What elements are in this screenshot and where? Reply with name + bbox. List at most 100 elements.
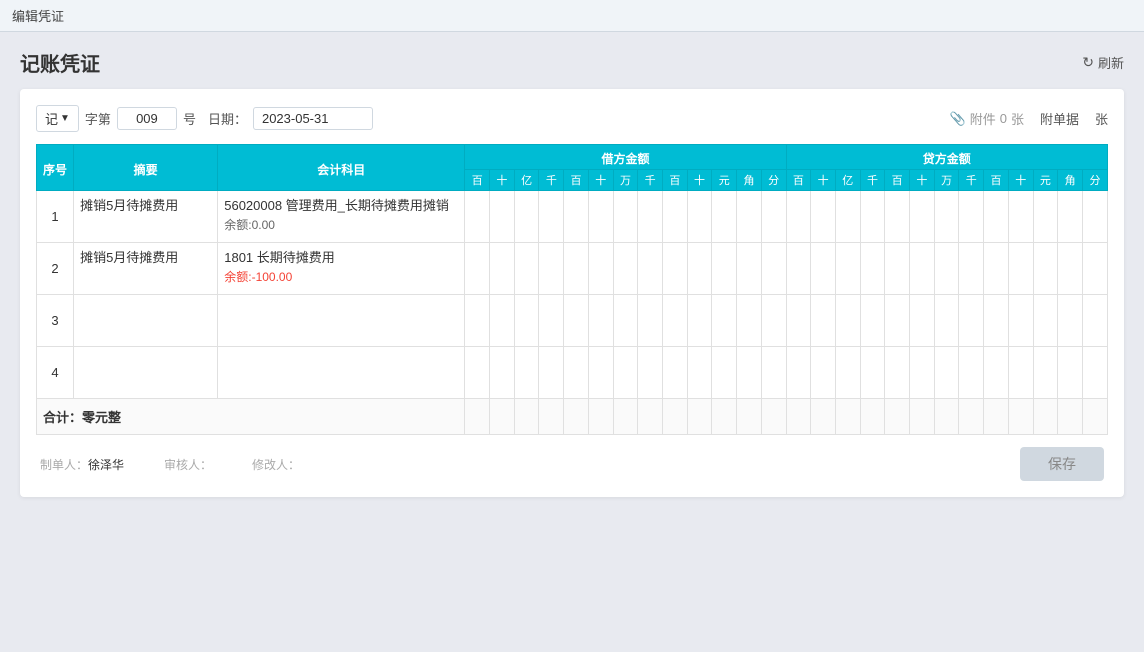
row-3-credit-1[interactable] xyxy=(786,295,811,347)
row-3-credit-12[interactable] xyxy=(1058,295,1083,347)
row-2-debit-8[interactable] xyxy=(638,243,663,295)
row-4-credit-2[interactable] xyxy=(811,347,836,399)
row-1-debit-9[interactable] xyxy=(663,191,688,243)
row-3-debit-10[interactable] xyxy=(687,295,712,347)
row-2-credit-4[interactable] xyxy=(860,243,885,295)
row-4-credit-10[interactable] xyxy=(1008,347,1033,399)
date-input[interactable] xyxy=(253,107,373,130)
row-4-debit-9[interactable] xyxy=(663,347,688,399)
row-1-debit-8[interactable] xyxy=(638,191,663,243)
row-2-credit-9[interactable] xyxy=(984,243,1009,295)
row-1-credit-2[interactable] xyxy=(811,191,836,243)
row-1-debit-5[interactable] xyxy=(564,191,589,243)
row-account-1[interactable]: 56020008 管理费用_长期待摊费用摊销余额:0.00 xyxy=(218,191,465,243)
row-3-debit-7[interactable] xyxy=(613,295,638,347)
attachment-link[interactable]: 📎 附件 0 张 xyxy=(950,109,1024,128)
row-3-debit-4[interactable] xyxy=(539,295,564,347)
row-2-credit-10[interactable] xyxy=(1008,243,1033,295)
row-2-debit-10[interactable] xyxy=(687,243,712,295)
row-4-debit-2[interactable] xyxy=(490,347,515,399)
row-2-credit-11[interactable] xyxy=(1033,243,1058,295)
row-account-3[interactable] xyxy=(218,295,465,347)
row-3-credit-11[interactable] xyxy=(1033,295,1058,347)
row-3-credit-4[interactable] xyxy=(860,295,885,347)
row-4-debit-3[interactable] xyxy=(514,347,539,399)
row-1-credit-9[interactable] xyxy=(984,191,1009,243)
row-3-credit-2[interactable] xyxy=(811,295,836,347)
row-3-credit-8[interactable] xyxy=(959,295,984,347)
table-row[interactable]: 3 xyxy=(37,295,1108,347)
row-1-credit-13[interactable] xyxy=(1082,191,1107,243)
row-1-debit-7[interactable] xyxy=(613,191,638,243)
row-3-credit-5[interactable] xyxy=(885,295,910,347)
row-2-credit-8[interactable] xyxy=(959,243,984,295)
row-summary-3[interactable] xyxy=(74,295,218,347)
row-4-credit-8[interactable] xyxy=(959,347,984,399)
row-1-debit-12[interactable] xyxy=(737,191,762,243)
row-4-debit-4[interactable] xyxy=(539,347,564,399)
row-3-credit-7[interactable] xyxy=(934,295,959,347)
row-4-debit-10[interactable] xyxy=(687,347,712,399)
row-4-credit-7[interactable] xyxy=(934,347,959,399)
row-4-debit-13[interactable] xyxy=(761,347,786,399)
row-4-credit-4[interactable] xyxy=(860,347,885,399)
row-1-debit-3[interactable] xyxy=(514,191,539,243)
row-2-debit-13[interactable] xyxy=(761,243,786,295)
row-1-credit-10[interactable] xyxy=(1008,191,1033,243)
row-4-credit-3[interactable] xyxy=(835,347,860,399)
row-2-credit-5[interactable] xyxy=(885,243,910,295)
row-1-debit-2[interactable] xyxy=(490,191,515,243)
row-3-debit-3[interactable] xyxy=(514,295,539,347)
row-1-credit-11[interactable] xyxy=(1033,191,1058,243)
row-4-credit-12[interactable] xyxy=(1058,347,1083,399)
row-4-credit-11[interactable] xyxy=(1033,347,1058,399)
row-4-debit-12[interactable] xyxy=(737,347,762,399)
row-3-credit-10[interactable] xyxy=(1008,295,1033,347)
row-2-debit-7[interactable] xyxy=(613,243,638,295)
row-4-debit-6[interactable] xyxy=(588,347,613,399)
save-button[interactable]: 保存 xyxy=(1020,447,1104,481)
row-3-debit-8[interactable] xyxy=(638,295,663,347)
row-1-credit-3[interactable] xyxy=(835,191,860,243)
row-2-debit-3[interactable] xyxy=(514,243,539,295)
row-3-debit-13[interactable] xyxy=(761,295,786,347)
row-2-debit-6[interactable] xyxy=(588,243,613,295)
row-summary-2[interactable]: 摊销5月待摊费用 xyxy=(74,243,218,295)
row-3-debit-6[interactable] xyxy=(588,295,613,347)
row-1-credit-12[interactable] xyxy=(1058,191,1083,243)
row-3-debit-1[interactable] xyxy=(465,295,490,347)
row-1-debit-11[interactable] xyxy=(712,191,737,243)
row-1-debit-6[interactable] xyxy=(588,191,613,243)
row-2-credit-7[interactable] xyxy=(934,243,959,295)
row-2-credit-3[interactable] xyxy=(835,243,860,295)
row-3-debit-11[interactable] xyxy=(712,295,737,347)
row-2-credit-6[interactable] xyxy=(910,243,935,295)
row-4-credit-9[interactable] xyxy=(984,347,1009,399)
row-1-credit-6[interactable] xyxy=(910,191,935,243)
row-3-credit-6[interactable] xyxy=(910,295,935,347)
row-4-credit-5[interactable] xyxy=(885,347,910,399)
voucher-number-input[interactable] xyxy=(117,107,177,130)
row-1-debit-1[interactable] xyxy=(465,191,490,243)
row-2-debit-5[interactable] xyxy=(564,243,589,295)
row-4-debit-1[interactable] xyxy=(465,347,490,399)
row-4-credit-13[interactable] xyxy=(1082,347,1107,399)
row-summary-4[interactable] xyxy=(74,347,218,399)
row-1-debit-10[interactable] xyxy=(687,191,712,243)
table-row[interactable]: 2摊销5月待摊费用1801 长期待摊费用余额:-100.00 xyxy=(37,243,1108,295)
row-1-debit-4[interactable] xyxy=(539,191,564,243)
table-row[interactable]: 1摊销5月待摊费用56020008 管理费用_长期待摊费用摊销余额:0.00 xyxy=(37,191,1108,243)
row-1-credit-1[interactable] xyxy=(786,191,811,243)
row-2-debit-4[interactable] xyxy=(539,243,564,295)
row-2-credit-13[interactable] xyxy=(1082,243,1107,295)
row-4-debit-8[interactable] xyxy=(638,347,663,399)
row-3-debit-2[interactable] xyxy=(490,295,515,347)
row-2-credit-1[interactable] xyxy=(786,243,811,295)
row-3-credit-9[interactable] xyxy=(984,295,1009,347)
table-row[interactable]: 4 xyxy=(37,347,1108,399)
row-1-credit-7[interactable] xyxy=(934,191,959,243)
row-2-credit-2[interactable] xyxy=(811,243,836,295)
row-4-credit-6[interactable] xyxy=(910,347,935,399)
doc-button[interactable]: 附单据 xyxy=(1040,109,1079,128)
row-2-debit-12[interactable] xyxy=(737,243,762,295)
